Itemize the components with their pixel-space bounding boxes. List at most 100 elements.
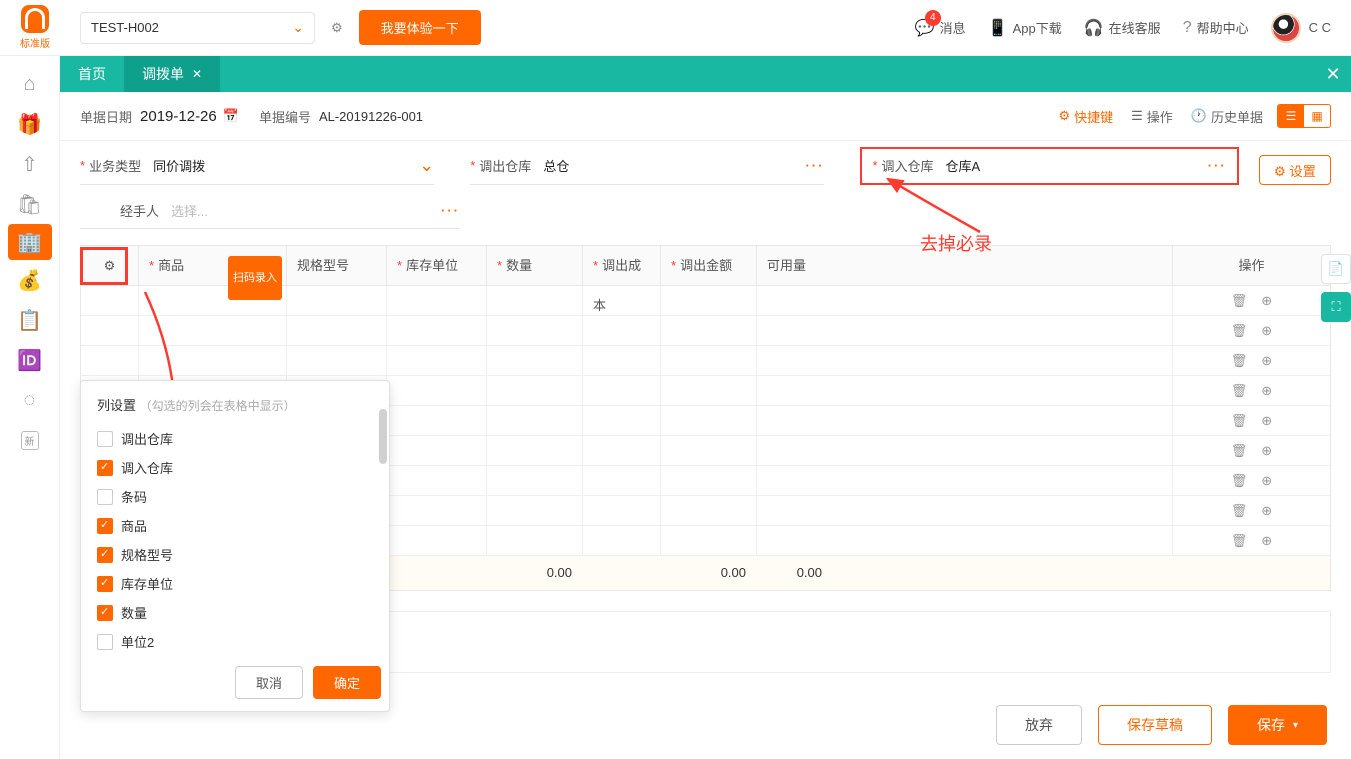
gear-icon[interactable]: ⚙ bbox=[331, 20, 343, 36]
nav-bag-icon[interactable]: 🛍 bbox=[0, 184, 60, 224]
col-avail[interactable]: 可用量 bbox=[757, 246, 1173, 286]
col-model[interactable]: 规格型号 bbox=[287, 246, 387, 286]
close-all-tabs-icon[interactable]: ✕ bbox=[1315, 56, 1351, 92]
column-item[interactable]: 库存单位 bbox=[89, 569, 381, 598]
column-settings-button[interactable]: ⚙ bbox=[81, 246, 139, 286]
checkbox[interactable] bbox=[97, 518, 113, 534]
checkbox[interactable] bbox=[97, 605, 113, 621]
action-link[interactable]: ☰操作 bbox=[1131, 107, 1173, 126]
checkbox[interactable] bbox=[97, 460, 113, 476]
copy-icon[interactable]: ⊕ bbox=[1261, 293, 1272, 309]
delete-icon[interactable]: 🗑 bbox=[1231, 293, 1248, 309]
delete-icon[interactable]: 🗑 bbox=[1231, 503, 1248, 519]
copy-icon[interactable]: ⊕ bbox=[1261, 353, 1272, 369]
in-wh-label: 调入仓库 bbox=[882, 156, 934, 175]
copy-icon[interactable]: ⊕ bbox=[1261, 323, 1272, 339]
store-value: TEST-H002 bbox=[91, 20, 159, 35]
save-button[interactable]: 保存▾ bbox=[1228, 705, 1327, 745]
table-row[interactable]: 🗑⊕ bbox=[81, 316, 1330, 346]
copy-icon[interactable]: ⊕ bbox=[1261, 443, 1272, 459]
checkbox[interactable] bbox=[97, 547, 113, 563]
nav-new-icon[interactable]: 新 bbox=[0, 420, 60, 460]
nav-money-icon[interactable]: 💰 bbox=[0, 260, 60, 300]
more-icon[interactable]: ··· bbox=[441, 203, 460, 218]
column-item[interactable]: 条码 bbox=[89, 482, 381, 511]
copy-icon[interactable]: ⊕ bbox=[1261, 383, 1272, 399]
view-grid-icon[interactable]: ▦ bbox=[1304, 105, 1330, 127]
tab-home[interactable]: 首页 bbox=[60, 56, 124, 92]
close-icon[interactable]: ✕ bbox=[192, 67, 202, 81]
more-icon[interactable]: ··· bbox=[805, 158, 824, 173]
out-warehouse-field[interactable]: * 调出仓库 总仓 ··· bbox=[470, 155, 824, 185]
store-selector[interactable]: TEST-H002 ⌄ bbox=[80, 12, 315, 44]
col-amt[interactable]: *调出金额 bbox=[661, 246, 757, 286]
form-row: * 业务类型 同价调拨 ⌄ * 调出仓库 总仓 ··· * 调入仓库 仓库A ·… bbox=[60, 141, 1351, 201]
calendar-icon[interactable]: 📅 bbox=[223, 108, 239, 124]
delete-icon[interactable]: 🗑 bbox=[1231, 443, 1248, 459]
delete-icon[interactable]: 🗑 bbox=[1231, 413, 1248, 429]
copy-icon[interactable]: ⊕ bbox=[1261, 533, 1272, 549]
delete-icon[interactable]: 🗑 bbox=[1231, 383, 1248, 399]
ok-button[interactable]: 确定 bbox=[313, 666, 381, 699]
logo: 标准版 bbox=[20, 5, 50, 50]
delete-icon[interactable]: 🗑 bbox=[1231, 533, 1248, 549]
cancel-button[interactable]: 取消 bbox=[235, 666, 303, 699]
save-draft-button[interactable]: 保存草稿 bbox=[1098, 705, 1212, 745]
online-service-link[interactable]: 🎧 在线客服 bbox=[1084, 18, 1161, 38]
mobile-icon: 📱 bbox=[988, 18, 1008, 38]
checkbox[interactable] bbox=[97, 489, 113, 505]
history-link[interactable]: 🕐历史单据 bbox=[1191, 107, 1263, 126]
col-unit[interactable]: *库存单位 bbox=[387, 246, 487, 286]
view-list-icon[interactable]: ☰ bbox=[1278, 105, 1304, 127]
in-warehouse-field[interactable]: * 调入仓库 仓库A ··· bbox=[860, 147, 1238, 185]
col-cost[interactable]: *调出成本 bbox=[583, 246, 661, 286]
message-badge: 4 bbox=[925, 10, 941, 26]
fullscreen-icon[interactable]: ⛶ bbox=[1321, 292, 1351, 322]
app-download-link[interactable]: 📱 App下载 bbox=[988, 18, 1062, 38]
nav-id-icon[interactable]: 🆔 bbox=[0, 340, 60, 380]
scan-badge[interactable]: 扫码录入 bbox=[228, 256, 282, 300]
more-icon[interactable]: ··· bbox=[1208, 158, 1227, 173]
column-item[interactable]: 单位2 bbox=[89, 627, 381, 654]
settings-button[interactable]: ⚙ 设置 bbox=[1259, 155, 1331, 185]
delete-icon[interactable]: 🗑 bbox=[1231, 353, 1248, 369]
copy-icon[interactable]: ⊕ bbox=[1261, 473, 1272, 489]
chevron-down-icon: ⌄ bbox=[292, 19, 304, 36]
top-header: 标准版 TEST-H002 ⌄ ⚙ 我要体验一下 💬 消息 4 📱 App下载 … bbox=[0, 0, 1351, 56]
col-product[interactable]: *商品扫码录入 bbox=[139, 246, 287, 286]
delete-icon[interactable]: 🗑 bbox=[1231, 323, 1248, 339]
note-toggle-icon[interactable]: 📄 bbox=[1321, 254, 1351, 284]
biz-type-field[interactable]: * 业务类型 同价调拨 ⌄ bbox=[80, 155, 434, 185]
date-value[interactable]: 2019-12-26 bbox=[140, 108, 217, 125]
nav-house-up-icon[interactable]: ⇧ bbox=[0, 144, 60, 184]
scrollbar-thumb[interactable] bbox=[379, 409, 387, 464]
foot-amt: 0.00 bbox=[661, 556, 757, 590]
discard-button[interactable]: 放弃 bbox=[996, 705, 1082, 745]
checkbox[interactable] bbox=[97, 431, 113, 447]
nav-home-icon[interactable]: ⌂ bbox=[0, 64, 60, 104]
nav-gift-icon[interactable]: 🎁 bbox=[0, 104, 60, 144]
col-qty[interactable]: *数量 bbox=[487, 246, 583, 286]
trial-button[interactable]: 我要体验一下 bbox=[359, 10, 481, 45]
tab-transfer[interactable]: 调拨单 ✕ bbox=[124, 56, 220, 92]
checkbox[interactable] bbox=[97, 576, 113, 592]
column-item[interactable]: 数量 bbox=[89, 598, 381, 627]
copy-icon[interactable]: ⊕ bbox=[1261, 503, 1272, 519]
user-menu[interactable]: C C bbox=[1271, 13, 1331, 43]
handler-field[interactable]: 经手人 选择... ··· bbox=[80, 201, 460, 229]
table-row[interactable]: 🗑⊕ bbox=[81, 346, 1330, 376]
checkbox[interactable] bbox=[97, 634, 113, 650]
column-item[interactable]: 调入仓库 bbox=[89, 453, 381, 482]
chevron-down-icon[interactable]: ⌄ bbox=[419, 155, 434, 176]
help-center-link[interactable]: ? 帮助中心 bbox=[1183, 18, 1249, 37]
delete-icon[interactable]: 🗑 bbox=[1231, 473, 1248, 489]
messages-link[interactable]: 💬 消息 4 bbox=[915, 18, 966, 38]
column-item[interactable]: 调出仓库 bbox=[89, 424, 381, 453]
shortcut-link[interactable]: ⚙快捷键 bbox=[1058, 107, 1113, 126]
column-item[interactable]: 商品 bbox=[89, 511, 381, 540]
nav-circle-icon[interactable]: ◌ bbox=[0, 380, 60, 420]
nav-clipboard-icon[interactable]: 📋 bbox=[0, 300, 60, 340]
copy-icon[interactable]: ⊕ bbox=[1261, 413, 1272, 429]
column-item[interactable]: 规格型号 bbox=[89, 540, 381, 569]
nav-warehouse-icon[interactable]: 🏢 bbox=[8, 224, 52, 260]
